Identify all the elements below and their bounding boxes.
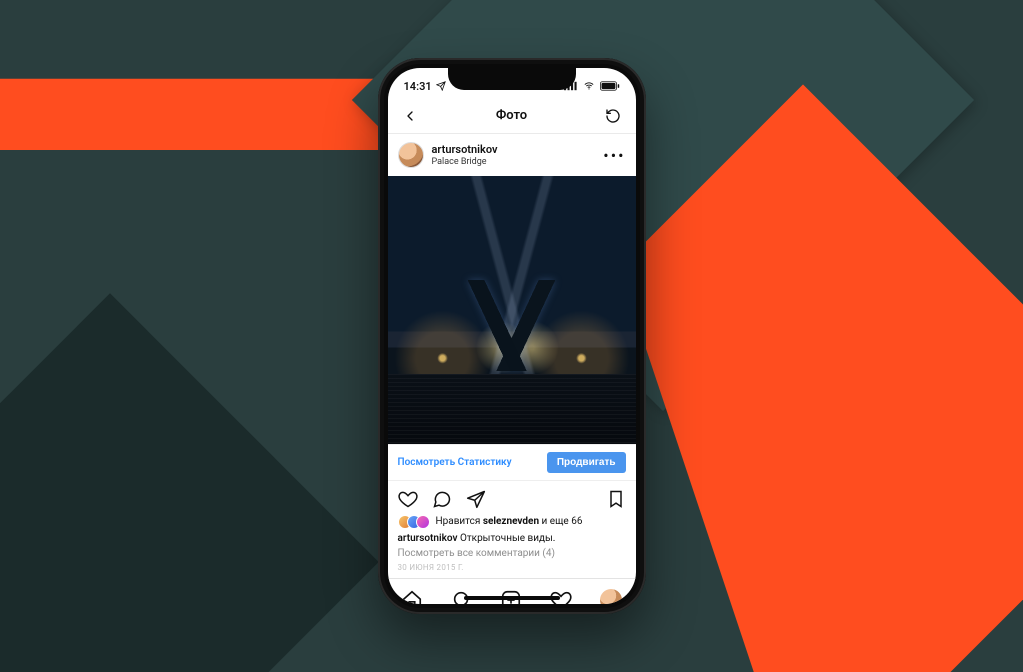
home-indicator[interactable] — [464, 596, 560, 600]
post-more-button[interactable]: ••• — [603, 146, 625, 165]
nav-bar: Фото — [388, 98, 636, 134]
comment-button[interactable] — [432, 489, 452, 509]
post-location[interactable]: Palace Bridge — [432, 157, 498, 167]
post-photo[interactable] — [388, 176, 636, 444]
notch — [448, 68, 576, 90]
profile-avatar-icon — [600, 589, 622, 604]
post-actions — [388, 481, 636, 513]
tab-profile[interactable] — [600, 589, 622, 604]
view-comments-link[interactable]: Посмотреть все комментарии (4) — [388, 546, 636, 561]
phone-screen: 14:31 Фото — [388, 68, 636, 604]
like-button[interactable] — [398, 489, 418, 509]
author-username[interactable]: artursotnikov — [432, 143, 498, 156]
caption-username[interactable]: artursotnikov — [398, 533, 458, 544]
post-caption: artursotnikov Открыточные виды. — [388, 531, 636, 546]
promote-button[interactable]: Продвигать — [547, 452, 626, 473]
author-avatar[interactable] — [398, 142, 424, 168]
share-button[interactable] — [466, 489, 486, 509]
likes-suffix: и еще 66 — [542, 516, 583, 527]
tab-bar — [388, 578, 636, 604]
caption-text: Открыточные виды. — [460, 533, 555, 544]
phone-mockup: 14:31 Фото — [378, 58, 646, 614]
page-title: Фото — [496, 108, 527, 123]
promote-row: Посмотреть Статистику Продвигать — [388, 444, 636, 481]
likes-row[interactable]: Нравится seleznevden и еще 66 — [388, 513, 636, 531]
refresh-button[interactable] — [603, 106, 623, 126]
post-header: artursotnikov Palace Bridge ••• — [388, 134, 636, 176]
back-button[interactable] — [400, 106, 420, 126]
view-stats-link[interactable]: Посмотреть Статистику — [398, 457, 512, 468]
wifi-icon — [582, 81, 596, 91]
tab-home[interactable] — [401, 589, 423, 604]
likes-avatars — [398, 515, 430, 529]
post-date: 30 ИЮНЯ 2015 Г. — [388, 561, 636, 578]
status-time: 14:31 — [404, 80, 432, 93]
battery-icon — [600, 81, 620, 91]
location-icon — [436, 81, 446, 91]
likes-prefix: Нравится — [436, 516, 481, 527]
likes-user: seleznevden — [483, 516, 539, 527]
bookmark-button[interactable] — [606, 489, 626, 509]
